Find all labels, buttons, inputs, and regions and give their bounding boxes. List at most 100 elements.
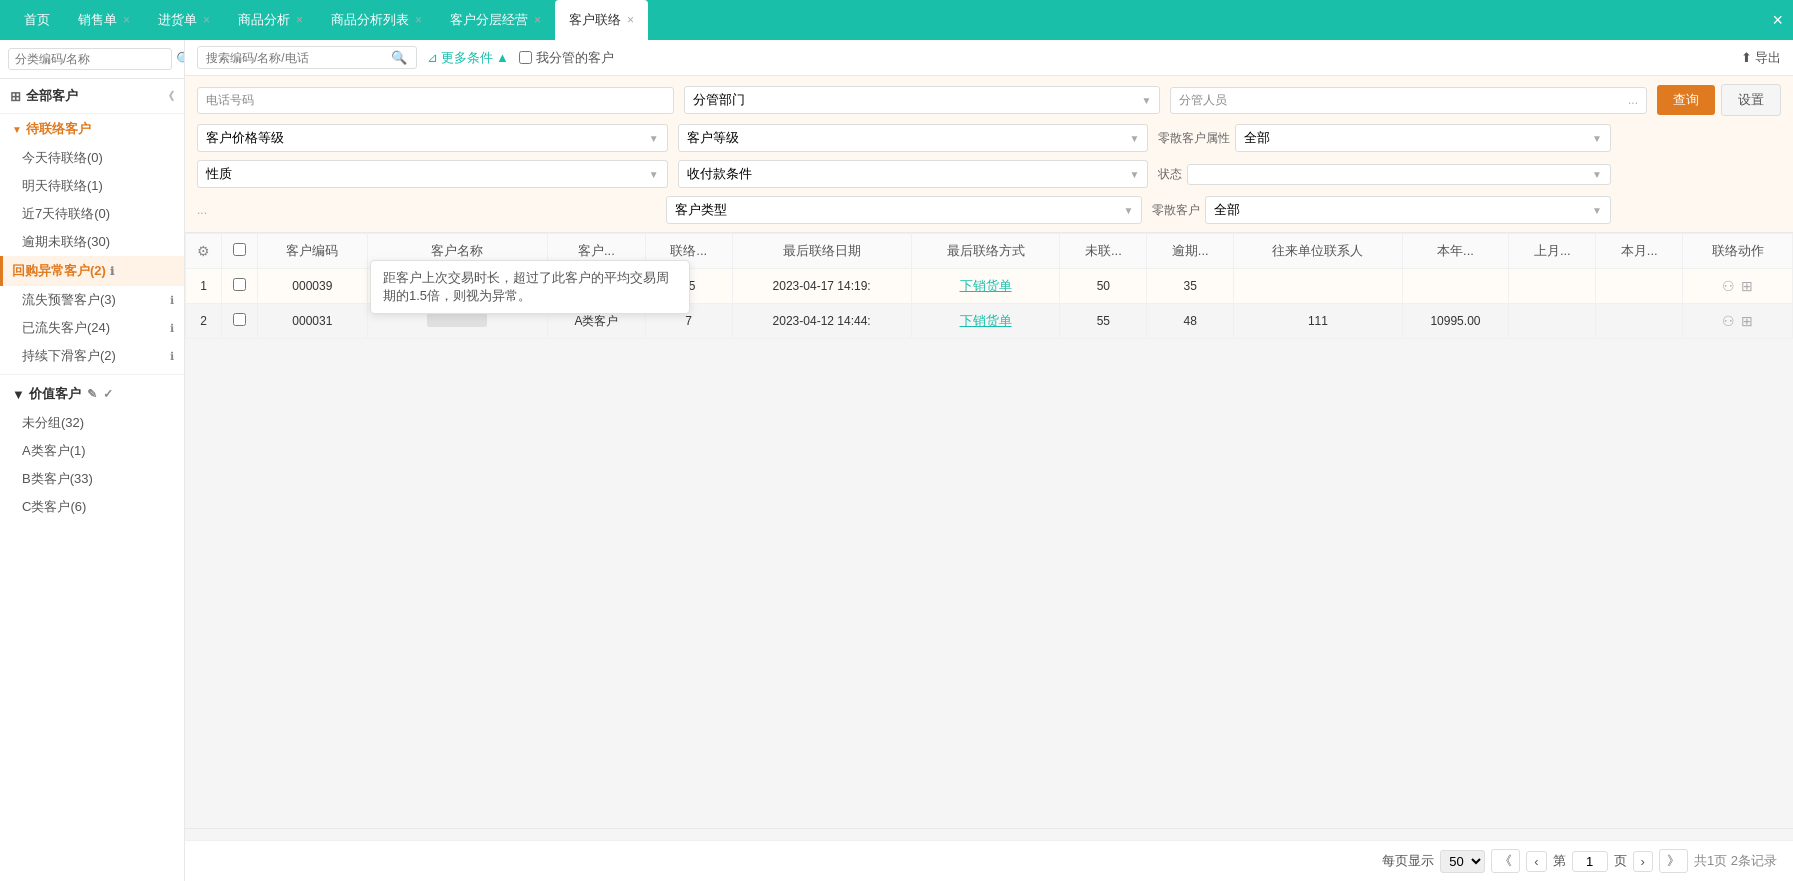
my-customers-filter[interactable]: 我分管的客户 (519, 49, 614, 67)
col-this-year: 本年... (1402, 234, 1509, 269)
col-last-month: 上月... (1509, 234, 1596, 269)
last-page-button[interactable]: 》 (1659, 849, 1688, 873)
search-icon[interactable]: 🔍 (391, 50, 407, 65)
select-all-checkbox[interactable] (233, 243, 246, 256)
sidebar-item-a-class[interactable]: A类客户(1) (0, 437, 184, 465)
row2-contact-icon[interactable]: ⚇ (1722, 313, 1735, 329)
row2-last-method[interactable]: 下销货单 (911, 304, 1060, 339)
row1-select-checkbox[interactable] (233, 278, 246, 291)
row2-checkbox[interactable] (222, 304, 258, 339)
nav-purchase-close[interactable]: × (203, 13, 210, 27)
price-grade-arrow-icon: ▼ (649, 133, 659, 144)
col-settings[interactable]: ⚙ (186, 234, 222, 269)
status-select[interactable]: ▼ (1187, 164, 1611, 185)
col-this-month: 本月... (1596, 234, 1683, 269)
page-end-label: 页 (1614, 852, 1627, 870)
row1-checkbox[interactable] (222, 269, 258, 304)
more-dots-icon[interactable]: ... (197, 203, 207, 217)
manager-input[interactable] (1232, 93, 1623, 107)
sidebar-abnormal-group: 回购异常客户(2) ℹ 流失预警客户(3) ℹ 已流失客户(24) ℹ 持续下滑… (0, 256, 184, 370)
row2-last-date: 2023-04-12 14:44: (732, 304, 911, 339)
sidebar-pending-title[interactable]: ▼ 待联络客户 (0, 114, 184, 144)
row2-this-year: 10995.00 (1402, 304, 1509, 339)
gender-field[interactable]: 性质 ▼ (197, 160, 668, 188)
main-search-input[interactable] (206, 51, 386, 65)
retail-attr-select[interactable]: 全部 ▼ (1235, 124, 1611, 152)
prev-page-button[interactable]: ‹ (1526, 851, 1546, 872)
row1-contact-person (1234, 269, 1402, 304)
search-input-wrap: 🔍 (197, 46, 417, 69)
sidebar-collapse-icon[interactable]: 《 (163, 89, 174, 104)
sidebar-item-7days[interactable]: 近7天待联络(0) (0, 200, 184, 228)
sidebar-value-title[interactable]: ▼ 价值客户 ✎ ✓ (0, 379, 184, 409)
sidebar-item-overdue[interactable]: 逾期未联络(30) (0, 228, 184, 256)
sidebar-item-churned[interactable]: 已流失客户(24) ℹ (0, 314, 184, 342)
grade-field[interactable]: 客户等级 ▼ (678, 124, 1149, 152)
row1-more-icon[interactable]: ⊞ (1741, 278, 1753, 294)
nav-customer-contact[interactable]: 客户联络 × (555, 0, 648, 40)
nav-analysis-close[interactable]: × (296, 13, 303, 27)
next-page-button[interactable]: › (1633, 851, 1653, 872)
nav-analysis-list-close[interactable]: × (415, 13, 422, 27)
settings-button[interactable]: 设置 (1721, 84, 1781, 116)
col-checkbox[interactable] (222, 234, 258, 269)
row2-more-icon[interactable]: ⊞ (1741, 313, 1753, 329)
nav-analysis[interactable]: 商品分析 × (224, 0, 317, 40)
per-page-select[interactable]: 50 (1440, 850, 1485, 873)
nav-sales-close[interactable]: × (123, 13, 130, 27)
my-customers-checkbox[interactable] (519, 51, 532, 64)
phone-field[interactable]: 电话号码 (197, 87, 674, 114)
nav-sales[interactable]: 销售单 × (64, 0, 144, 40)
sidebar-abnormal-title[interactable]: 回购异常客户(2) ℹ (0, 256, 184, 286)
sidebar-item-tomorrow[interactable]: 明天待联络(1) (0, 172, 184, 200)
filter-icon: ⊿ (427, 50, 438, 65)
nav-customer-segment-close[interactable]: × (534, 13, 541, 27)
customer-type-arrow-icon: ▼ (1123, 205, 1133, 216)
row1-contact-icon[interactable]: ⚇ (1722, 278, 1735, 294)
sidebar-item-declining[interactable]: 持续下滑客户(2) ℹ (0, 342, 184, 370)
manager-field[interactable]: 分管人员 ... (1170, 87, 1647, 114)
row2-select-checkbox[interactable] (233, 313, 246, 326)
retail-select[interactable]: 全部 ▼ (1205, 196, 1611, 224)
value-check-icon[interactable]: ✓ (103, 387, 113, 401)
nav-home[interactable]: 首页 (10, 0, 64, 40)
row1-last-date: 2023-04-17 14:19: (732, 269, 911, 304)
sidebar-item-today[interactable]: 今天待联络(0) (0, 144, 184, 172)
nav-customer-segment[interactable]: 客户分层经营 × (436, 0, 555, 40)
pay-field[interactable]: 收付款条件 ▼ (678, 160, 1149, 188)
col-action: 联络动作 (1683, 234, 1793, 269)
window-close-button[interactable]: × (1772, 10, 1783, 31)
query-button[interactable]: 查询 (1657, 85, 1715, 115)
export-button[interactable]: ⬆ 导出 (1741, 49, 1781, 67)
customer-type-field[interactable]: 客户类型 ▼ (666, 196, 1143, 224)
grade-arrow-icon: ▼ (1129, 133, 1139, 144)
more-conditions-btn[interactable]: ⊿ 更多条件 ▲ (427, 49, 509, 67)
value-edit-icon[interactable]: ✎ (87, 387, 97, 401)
sidebar-item-b-class[interactable]: B类客户(33) (0, 465, 184, 493)
first-page-button[interactable]: 《 (1491, 849, 1520, 873)
sidebar-search-input[interactable] (8, 48, 172, 70)
dept-field[interactable]: 分管部门 ▼ (684, 86, 1161, 114)
price-grade-field[interactable]: 客户价格等级 ▼ (197, 124, 668, 152)
phone-input[interactable] (259, 93, 665, 107)
horizontal-scrollbar[interactable] (185, 828, 1793, 840)
row2-contact-person: 111 (1234, 304, 1402, 339)
gender-arrow-icon: ▼ (649, 169, 659, 180)
row1-last-method[interactable]: 下销货单 (911, 269, 1060, 304)
pagination-bar: 每页显示 50 《 ‹ 第 1 页 › 》 共1页 2条记录 (185, 840, 1793, 881)
sidebar-item-churn-warning[interactable]: 流失预警客户(3) ℹ (0, 286, 184, 314)
page-number-input[interactable]: 1 (1572, 851, 1608, 872)
nav-analysis-list[interactable]: 商品分析列表 × (317, 0, 436, 40)
sidebar-item-ungrouped[interactable]: 未分组(32) (0, 409, 184, 437)
sidebar-search-icon[interactable]: 🔍 (176, 51, 185, 67)
table-settings-icon[interactable]: ⚙ (197, 243, 210, 259)
sidebar-search-bar: 🔍 (0, 40, 184, 79)
nav-customer-contact-close[interactable]: × (627, 13, 634, 27)
sidebar-item-c-class[interactable]: C类客户(6) (0, 493, 184, 521)
nav-purchase[interactable]: 进货单 × (144, 0, 224, 40)
main-layout: 🔍 ⊞ 全部客户 《 ▼ 待联络客户 今天待联络(0) 明天待联络(1) (0, 40, 1793, 881)
col-uncontacted: 未联... (1060, 234, 1147, 269)
sidebar-all-customers[interactable]: ⊞ 全部客户 《 (0, 79, 184, 114)
col-contact-person: 往来单位联系人 (1234, 234, 1402, 269)
per-page-label: 每页显示 (1382, 852, 1434, 870)
